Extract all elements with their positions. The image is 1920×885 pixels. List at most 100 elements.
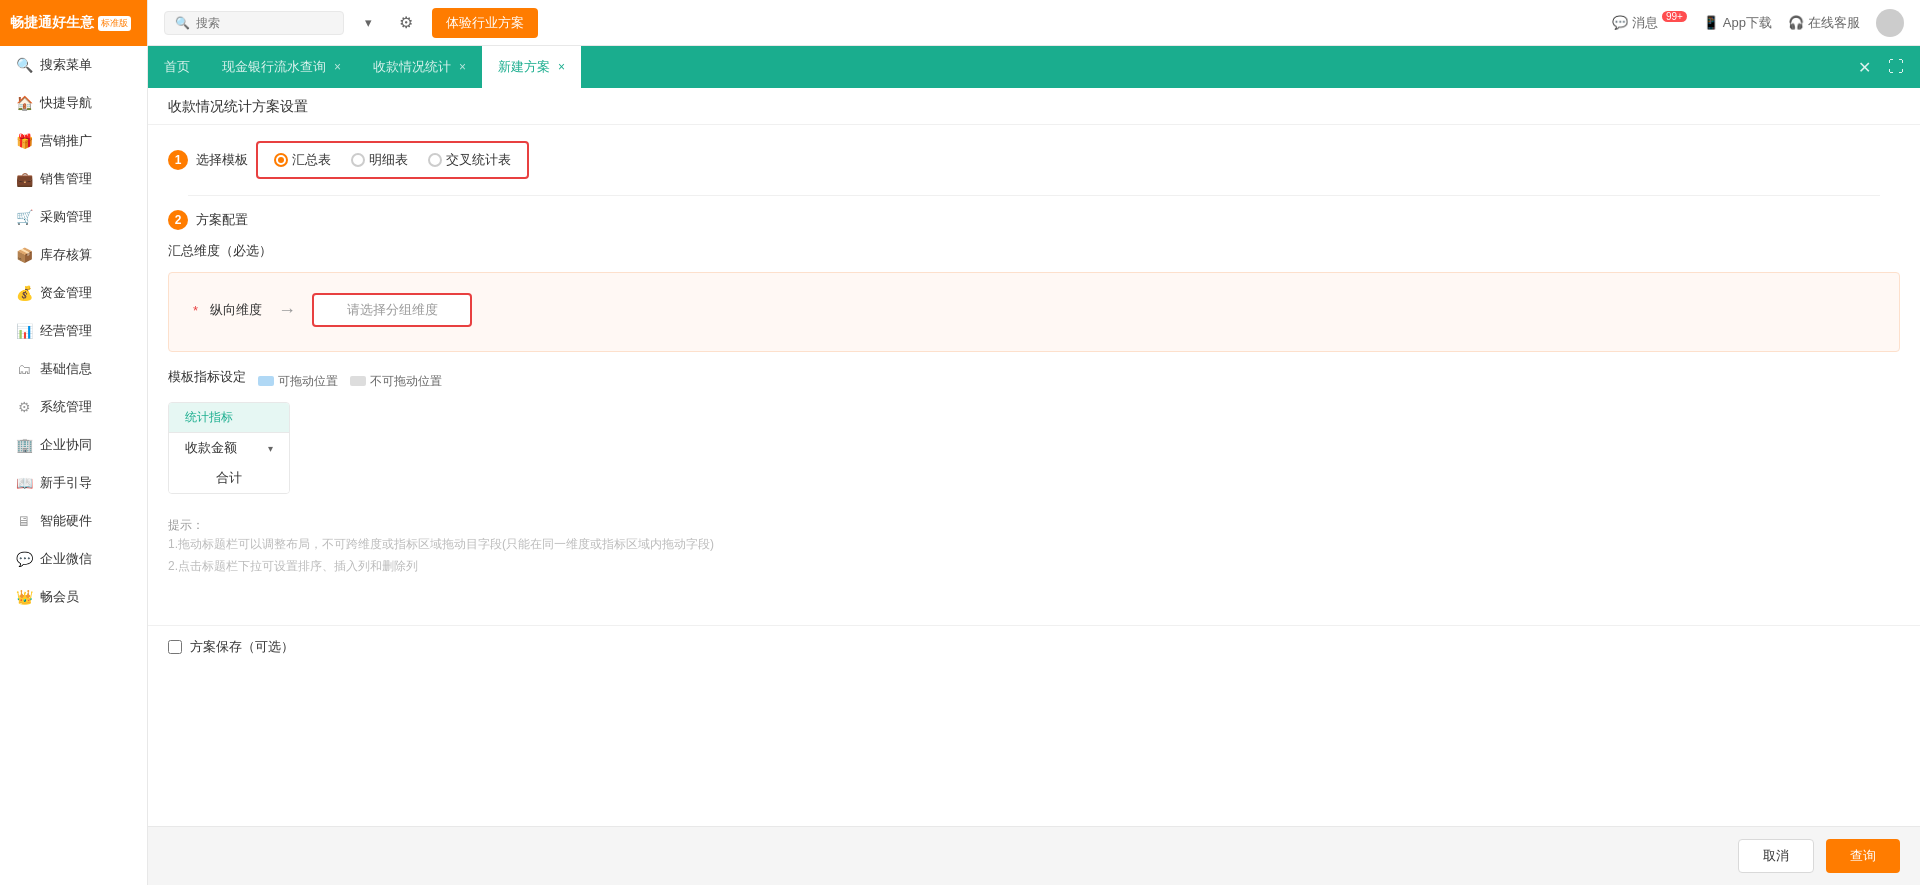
tabs-bar: 首页 现金银行流水查询 × 收款情况统计 × 新建方案 × ✕ ⛶ bbox=[148, 46, 1920, 88]
sidebar-item-enterprise[interactable]: 🏢 企业协同 bbox=[0, 426, 147, 464]
notification-item[interactable]: 💬 消息 99+ bbox=[1612, 14, 1687, 32]
user-avatar[interactable] bbox=[1876, 9, 1904, 37]
service-icon: 🎧 bbox=[1788, 15, 1804, 30]
sidebar-item-label: 畅会员 bbox=[40, 588, 79, 606]
sidebar-item-finance[interactable]: 💰 资金管理 bbox=[0, 274, 147, 312]
chat-icon: 💬 bbox=[16, 551, 32, 567]
tab-collection-stats-close[interactable]: × bbox=[459, 60, 466, 74]
tab-bank-flow-label: 现金银行流水查询 bbox=[222, 58, 326, 76]
tab-new-plan-close[interactable]: × bbox=[558, 60, 565, 74]
settings-icon[interactable]: ⚙ bbox=[392, 9, 420, 37]
tab-collection-stats[interactable]: 收款情况统计 × bbox=[357, 46, 482, 88]
tab-collection-stats-label: 收款情况统计 bbox=[373, 58, 451, 76]
sidebar-item-sales[interactable]: 💼 销售管理 bbox=[0, 160, 147, 198]
cancel-button[interactable]: 取消 bbox=[1738, 839, 1814, 873]
sidebar-item-vip[interactable]: 👑 畅会员 bbox=[0, 578, 147, 616]
sidebar-item-search-menu[interactable]: 🔍 搜索菜单 bbox=[0, 46, 147, 84]
radio-detail[interactable]: 明细表 bbox=[351, 151, 408, 169]
gift-icon: 🎁 bbox=[16, 133, 32, 149]
monitor-icon: 🖥 bbox=[16, 513, 32, 529]
sidebar-item-hardware[interactable]: 🖥 智能硬件 bbox=[0, 502, 147, 540]
download-item[interactable]: 📱 App下载 bbox=[1703, 14, 1772, 32]
metrics-header: 统计指标 bbox=[169, 403, 289, 433]
page-header: 收款情况统计方案设置 bbox=[148, 88, 1920, 125]
message-icon: 💬 bbox=[1612, 15, 1628, 30]
step2-header: 2 方案配置 bbox=[168, 210, 1900, 230]
radio-cross-circle bbox=[428, 153, 442, 167]
sidebar-item-wechat[interactable]: 💬 企业微信 bbox=[0, 540, 147, 578]
dimension-select-btn[interactable]: 请选择分组维度 bbox=[312, 293, 472, 327]
sidebar-item-inventory[interactable]: 📦 库存核算 bbox=[0, 236, 147, 274]
search-input[interactable] bbox=[196, 16, 316, 30]
step1-num: 1 bbox=[168, 150, 188, 170]
sidebar-item-label: 新手引导 bbox=[40, 474, 92, 492]
download-label: App下载 bbox=[1723, 14, 1772, 32]
sidebar-item-label: 营销推广 bbox=[40, 132, 92, 150]
tab-new-plan-label: 新建方案 bbox=[498, 58, 550, 76]
search-box[interactable]: 🔍 bbox=[164, 11, 344, 35]
sidebar-item-label: 采购管理 bbox=[40, 208, 92, 226]
draggable-indicator bbox=[258, 376, 274, 386]
fullscreen-btn[interactable]: ⛶ bbox=[1884, 55, 1908, 79]
sidebar-item-operations[interactable]: 📊 经营管理 bbox=[0, 312, 147, 350]
tab-home-label: 首页 bbox=[164, 58, 190, 76]
gear-icon: ⚙ bbox=[16, 399, 32, 415]
cart-icon: 🛒 bbox=[16, 209, 32, 225]
tab-bank-flow[interactable]: 现金银行流水查询 × bbox=[206, 46, 357, 88]
dimension-subsection: 汇总维度（必选） * 纵向维度 → 请选择分组维度 bbox=[168, 242, 1900, 352]
logo-badge: 标准版 bbox=[98, 16, 131, 31]
logo-text: 畅捷通好生意 bbox=[10, 14, 94, 32]
sidebar-item-label: 经营管理 bbox=[40, 322, 92, 340]
query-button[interactable]: 查询 bbox=[1826, 839, 1900, 873]
step1-section: 1 选择模板 汇总表 明细表 bbox=[168, 141, 1900, 179]
sidebar-item-quick-nav[interactable]: 🏠 快捷导航 bbox=[0, 84, 147, 122]
sidebar-item-label: 搜索菜单 bbox=[40, 56, 92, 74]
tab-new-plan[interactable]: 新建方案 × bbox=[482, 46, 581, 88]
service-item[interactable]: 🎧 在线客服 bbox=[1788, 14, 1860, 32]
sidebar-item-system[interactable]: ⚙ 系统管理 bbox=[0, 388, 147, 426]
metrics-table: 统计指标 收款金额 ▾ 合计 bbox=[168, 402, 290, 494]
content-area: 收款情况统计方案设置 1 选择模板 汇 bbox=[148, 88, 1920, 885]
radio-summary[interactable]: 汇总表 bbox=[274, 151, 331, 169]
sidebar-item-label: 智能硬件 bbox=[40, 512, 92, 530]
sidebar-item-label: 企业微信 bbox=[40, 550, 92, 568]
notification-badge: 99+ bbox=[1662, 11, 1687, 22]
sidebar-item-label: 系统管理 bbox=[40, 398, 92, 416]
metrics-cell-total: 合计 bbox=[169, 463, 289, 493]
sidebar-item-marketing[interactable]: 🎁 营销推广 bbox=[0, 122, 147, 160]
tips-area: 提示： 1.拖动标题栏可以调整布局，不可跨维度或指标区域拖动目字段(只能在同一维… bbox=[168, 517, 1900, 593]
sidebar-item-basic-info[interactable]: 🗂 基础信息 bbox=[0, 350, 147, 388]
industry-btn[interactable]: 体验行业方案 bbox=[432, 8, 538, 38]
radio-cross[interactable]: 交叉统计表 bbox=[428, 151, 511, 169]
notification-label: 消息 bbox=[1632, 14, 1658, 32]
sidebar-item-guide[interactable]: 📖 新手引导 bbox=[0, 464, 147, 502]
tab-bank-flow-close[interactable]: × bbox=[334, 60, 341, 74]
box-icon: 📦 bbox=[16, 247, 32, 263]
tab-home[interactable]: 首页 bbox=[148, 46, 206, 88]
save-checkbox[interactable] bbox=[168, 640, 182, 654]
step2-section: 2 方案配置 汇总维度（必选） * 纵向维度 → 请选择分组维度 bbox=[168, 210, 1900, 593]
topbar: 🔍 ▾ ⚙ 体验行业方案 💬 消息 99+ 📱 App下载 🎧 在线客服 bbox=[148, 0, 1920, 46]
close-tab-btn[interactable]: ✕ bbox=[1852, 55, 1876, 79]
tabs-right-actions: ✕ ⛶ bbox=[1852, 55, 1920, 79]
radio-detail-label: 明细表 bbox=[369, 151, 408, 169]
radio-cross-label: 交叉统计表 bbox=[446, 151, 511, 169]
main-content: 🔍 ▾ ⚙ 体验行业方案 💬 消息 99+ 📱 App下载 🎧 在线客服 bbox=[148, 0, 1920, 885]
sidebar-item-label: 基础信息 bbox=[40, 360, 92, 378]
sidebar-item-purchase[interactable]: 🛒 采购管理 bbox=[0, 198, 147, 236]
save-label: 方案保存（可选） bbox=[190, 638, 294, 656]
chart-icon: 📊 bbox=[16, 323, 32, 339]
briefcase-icon: 💼 bbox=[16, 171, 32, 187]
save-section: 方案保存（可选） bbox=[148, 625, 1920, 668]
service-label: 在线客服 bbox=[1808, 14, 1860, 32]
metrics-cell-amount[interactable]: 收款金额 ▾ bbox=[169, 433, 289, 463]
sidebar-item-label: 企业协同 bbox=[40, 436, 92, 454]
crown-icon: 👑 bbox=[16, 589, 32, 605]
dimension-area: * 纵向维度 → 请选择分组维度 bbox=[168, 272, 1900, 352]
metrics-cell-amount-row: 收款金额 ▾ bbox=[185, 439, 273, 457]
topbar-dropdown-btn[interactable]: ▾ bbox=[356, 11, 380, 35]
section-content: 1 选择模板 汇总表 明细表 bbox=[148, 125, 1920, 625]
chevron-down-icon[interactable]: ▾ bbox=[268, 443, 273, 454]
radio-summary-circle bbox=[274, 153, 288, 167]
dimension-row: * 纵向维度 → 请选择分组维度 bbox=[193, 293, 1875, 327]
